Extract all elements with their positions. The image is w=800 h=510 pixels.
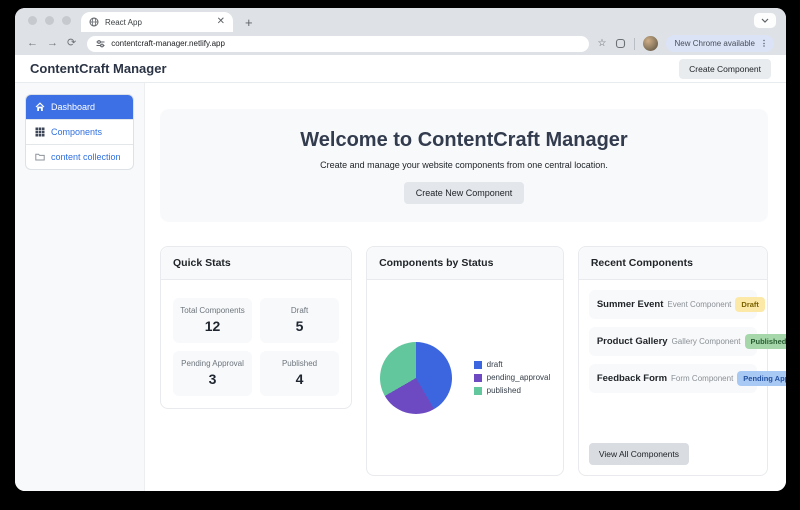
tab-close-icon[interactable]: ✕ bbox=[217, 17, 225, 27]
stat-label: Total Components bbox=[180, 306, 245, 315]
legend-label: draft bbox=[486, 360, 503, 369]
sidebar-nav: Dashboard Components content collection bbox=[25, 94, 134, 170]
stat-label: Pending Approval bbox=[181, 359, 244, 368]
extensions-icon[interactable] bbox=[615, 38, 626, 49]
status-chart-card: Components by Status draft pending_approv… bbox=[366, 246, 564, 476]
toolbar-right-cluster: ☆ New Chrome available ⋮ bbox=[598, 35, 774, 52]
stat-pending-approval: Pending Approval 3 bbox=[173, 351, 253, 396]
minimize-window-button[interactable] bbox=[45, 15, 54, 25]
new-tab-button[interactable]: + bbox=[245, 16, 253, 29]
sidebar-item-content-collection[interactable]: content collection bbox=[26, 145, 133, 169]
status-chart-title: Components by Status bbox=[367, 247, 563, 280]
maximize-window-button[interactable] bbox=[62, 15, 71, 25]
sidebar-item-label: content collection bbox=[51, 152, 121, 162]
legend-label: pending_approval bbox=[486, 373, 551, 382]
component-type: Gallery Component bbox=[671, 337, 741, 346]
component-type: Event Component bbox=[667, 300, 732, 309]
address-bar[interactable]: contentcraft-manager.netlify.app bbox=[87, 35, 589, 52]
grid-icon bbox=[35, 127, 45, 137]
menu-dots-icon[interactable]: ⋮ bbox=[760, 39, 768, 48]
stats-grid: Total Components 12 Draft 5 Pending Appr… bbox=[173, 298, 340, 396]
dashboard-cards: Quick Stats Total Components 12 Draft 5 bbox=[160, 246, 786, 476]
sidebar-item-label: Components bbox=[51, 127, 103, 137]
folder-icon bbox=[35, 152, 45, 162]
view-all-components-button[interactable]: View All Components bbox=[588, 443, 689, 465]
tab-search-chevron-icon[interactable] bbox=[754, 13, 776, 28]
legend-item: published bbox=[473, 386, 551, 395]
site-settings-icon[interactable] bbox=[96, 39, 105, 48]
sidebar-item-label: Dashboard bbox=[51, 102, 96, 112]
legend-swatch bbox=[473, 386, 482, 395]
status-badge: Published bbox=[744, 334, 786, 349]
recent-component-row[interactable]: Feedback Form Form Component Pending App… bbox=[588, 364, 786, 393]
component-name: Feedback Form bbox=[596, 373, 668, 384]
browser-tab[interactable]: React App ✕ bbox=[81, 12, 233, 32]
sidebar-item-dashboard[interactable]: Dashboard bbox=[26, 95, 133, 120]
browser-toolbar: ← → ⟳ contentcraft-manager.netlify.app ☆… bbox=[15, 32, 786, 55]
status-badge: Pending Approval bbox=[737, 371, 786, 386]
legend-item: pending_approval bbox=[473, 373, 551, 382]
chrome-update-pill[interactable]: New Chrome available ⋮ bbox=[665, 35, 774, 52]
stat-label: Draft bbox=[290, 306, 309, 315]
app-header: ContentCraft Manager Create Component bbox=[15, 55, 786, 83]
stat-value: 3 bbox=[208, 371, 217, 387]
status-badge: Draft bbox=[735, 297, 765, 312]
legend-label: published bbox=[486, 386, 521, 395]
chart-legend: draft pending_approval published bbox=[473, 360, 551, 395]
forward-icon[interactable]: → bbox=[47, 38, 58, 49]
update-pill-label: New Chrome available bbox=[674, 39, 755, 48]
legend-swatch bbox=[473, 373, 482, 382]
stat-label: Published bbox=[281, 359, 318, 368]
stat-value: 4 bbox=[295, 371, 304, 387]
legend-swatch bbox=[473, 360, 482, 369]
recent-component-row[interactable]: Summer Event Event Component Draft bbox=[588, 290, 765, 319]
stat-value: 5 bbox=[295, 318, 304, 334]
window-controls bbox=[15, 8, 81, 32]
status-chart-body: draft pending_approval published bbox=[367, 280, 563, 475]
back-icon[interactable]: ← bbox=[27, 38, 38, 49]
recent-component-row[interactable]: Product Gallery Gallery Component Publis… bbox=[588, 327, 786, 356]
app-body: Dashboard Components content collection bbox=[15, 83, 786, 491]
tab-title: React App bbox=[105, 17, 142, 27]
quick-stats-title: Quick Stats bbox=[161, 247, 352, 280]
welcome-subtitle: Create and manage your website component… bbox=[320, 160, 608, 170]
recent-components-title: Recent Components bbox=[578, 247, 767, 280]
quick-stats-body: Total Components 12 Draft 5 Pending Appr… bbox=[161, 280, 351, 408]
stat-draft: Draft 5 bbox=[260, 298, 340, 343]
welcome-banner: Welcome to ContentCraft Manager Create a… bbox=[160, 109, 768, 222]
status-pie-chart bbox=[379, 341, 452, 414]
sidebar: Dashboard Components content collection bbox=[15, 83, 145, 491]
stat-value: 12 bbox=[204, 318, 221, 334]
stat-published: Published 4 bbox=[260, 351, 340, 396]
globe-favicon-icon bbox=[89, 17, 99, 27]
component-type: Form Component bbox=[671, 374, 734, 383]
create-component-button[interactable]: Create Component bbox=[679, 58, 771, 79]
main-content: Welcome to ContentCraft Manager Create a… bbox=[145, 83, 786, 491]
bookmark-star-icon[interactable]: ☆ bbox=[598, 38, 607, 49]
house-icon bbox=[35, 102, 45, 112]
app-title: ContentCraft Manager bbox=[30, 61, 167, 76]
sidebar-item-components[interactable]: Components bbox=[26, 120, 133, 145]
quick-stats-card: Quick Stats Total Components 12 Draft 5 bbox=[160, 246, 353, 409]
toolbar-separator bbox=[633, 37, 635, 50]
stat-total-components: Total Components 12 bbox=[173, 298, 253, 343]
create-new-component-button[interactable]: Create New Component bbox=[403, 182, 525, 204]
component-name: Summer Event bbox=[596, 299, 664, 310]
reload-icon[interactable]: ⟳ bbox=[67, 38, 76, 49]
close-window-button[interactable] bbox=[28, 15, 37, 25]
recent-components-card: Recent Components Summer Event Event Com… bbox=[577, 246, 786, 476]
recent-components-body: Summer Event Event Component Draft Produ… bbox=[579, 280, 786, 475]
welcome-title: Welcome to ContentCraft Manager bbox=[300, 129, 628, 151]
profile-avatar[interactable] bbox=[642, 36, 658, 51]
legend-item: draft bbox=[473, 360, 551, 369]
browser-window: React App ✕ + ← → ⟳ contentcraft-manager… bbox=[15, 8, 786, 491]
tab-strip: React App ✕ + bbox=[15, 8, 786, 32]
component-name: Product Gallery bbox=[596, 336, 668, 347]
url-text: contentcraft-manager.netlify.app bbox=[111, 39, 225, 48]
